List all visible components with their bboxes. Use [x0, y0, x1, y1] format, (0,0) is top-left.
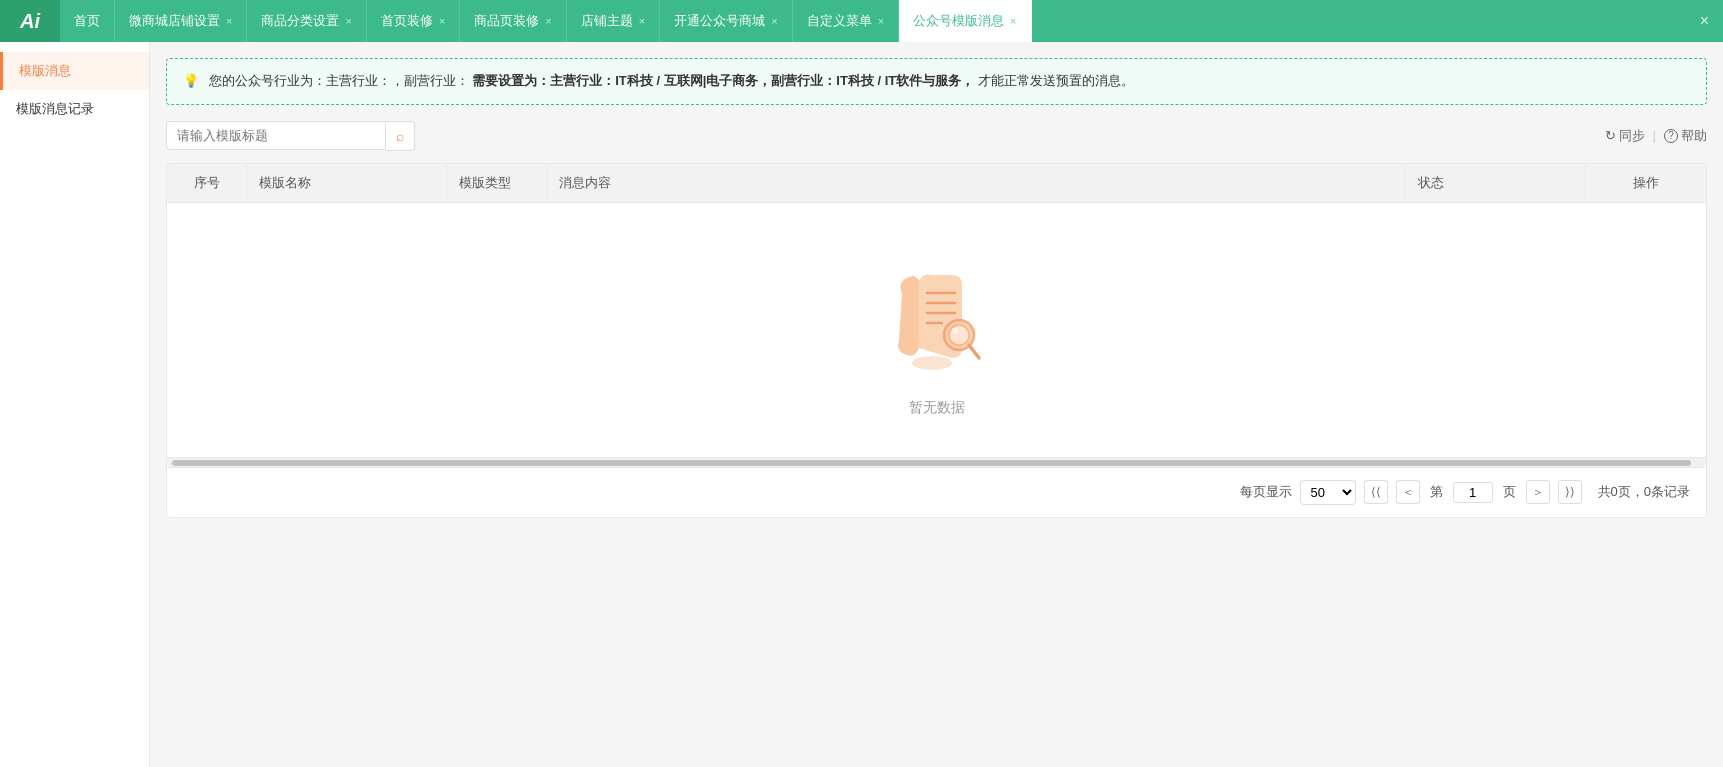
close-category-settings-icon[interactable]: × — [345, 15, 351, 27]
close-template-msg-icon[interactable]: × — [1010, 15, 1016, 27]
col-header-seq: 序号 — [167, 164, 247, 202]
nav-item-product-decoration[interactable]: 商品页装修 × — [460, 0, 566, 42]
col-header-name: 模版名称 — [247, 164, 447, 202]
table-header: 序号 模版名称 模版类型 消息内容 状态 操作 — [167, 164, 1706, 203]
sidebar-item-template-message[interactable]: 模版消息 — [0, 52, 149, 90]
nav-item-custom-menu[interactable]: 自定义菜单 × — [793, 0, 899, 42]
next-page-button[interactable]: ＞ — [1526, 480, 1550, 504]
svg-point-8 — [952, 328, 958, 334]
page-size-label: 每页显示 — [1240, 483, 1292, 501]
last-page-button[interactable]: ⟩⟩ — [1558, 480, 1582, 504]
close-product-decoration-icon[interactable]: × — [545, 15, 551, 27]
close-open-mall-icon[interactable]: × — [771, 15, 777, 27]
page-number-input[interactable] — [1453, 482, 1493, 503]
empty-illustration — [877, 263, 997, 383]
sidebar-item-template-records[interactable]: 模版消息记录 — [0, 90, 149, 128]
help-button[interactable]: ? 帮助 — [1664, 127, 1707, 145]
nav-item-home-decoration[interactable]: 首页装修 × — [367, 0, 460, 42]
nav-item-open-mall[interactable]: 开通公众号商城 × — [660, 0, 792, 42]
empty-text: 暂无数据 — [909, 399, 965, 417]
col-header-action: 操作 — [1586, 164, 1706, 202]
data-table: 序号 模版名称 模版类型 消息内容 状态 操作 — [166, 163, 1707, 518]
close-home-decoration-icon[interactable]: × — [439, 15, 445, 27]
svg-point-6 — [949, 325, 969, 345]
search-input[interactable] — [166, 121, 386, 150]
search-bar: ⌕ ↻ 同步 | ? 帮助 — [166, 121, 1707, 151]
notice-highlight: 需要设置为：主营行业：IT科技 / 互联网|电子商务，副营行业：IT科技 / I… — [472, 73, 974, 88]
nav-item-category-settings[interactable]: 商品分类设置 × — [247, 0, 366, 42]
logo: Ai — [0, 0, 60, 42]
page-label: 第 — [1430, 483, 1443, 501]
page-suffix: 页 — [1503, 483, 1516, 501]
prev-page-button[interactable]: ＜ — [1396, 480, 1420, 504]
nav-item-shop-settings[interactable]: 微商城店铺设置 × — [115, 0, 247, 42]
total-info: 共0页，0条记录 — [1598, 483, 1690, 501]
svg-line-7 — [969, 345, 979, 358]
close-custom-menu-icon[interactable]: × — [878, 15, 884, 27]
help-circle-icon: ? — [1664, 129, 1678, 143]
col-header-type: 模版类型 — [447, 164, 547, 202]
sync-label: 同步 — [1619, 127, 1645, 145]
sync-button[interactable]: ↻ 同步 — [1605, 127, 1645, 145]
scrollbar-thumb[interactable] — [172, 460, 1691, 466]
close-shop-settings-icon[interactable]: × — [226, 15, 232, 27]
pagination: 每页显示 50 10 20 100 ⟨⟨ ＜ 第 页 ＞ ⟩⟩ 共0页，0条记录 — [167, 467, 1706, 517]
content-area: 💡 您的公众号行业为：主营行业：，副营行业： 需要设置为：主营行业：IT科技 /… — [150, 42, 1723, 767]
sync-icon: ↻ — [1605, 128, 1616, 143]
nav-item-home[interactable]: 首页 — [60, 0, 115, 42]
page-size-select[interactable]: 50 10 20 100 — [1300, 480, 1356, 505]
first-page-button[interactable]: ⟨⟨ — [1364, 480, 1388, 504]
col-header-content: 消息内容 — [547, 164, 1406, 202]
search-actions: ↻ 同步 | ? 帮助 — [1605, 127, 1707, 145]
top-nav: Ai 首页 微商城店铺设置 × 商品分类设置 × 首页装修 × 商品页装修 × … — [0, 0, 1723, 42]
main-layout: 模版消息 模版消息记录 💡 您的公众号行业为：主营行业：，副营行业： 需要设置为… — [0, 42, 1723, 767]
empty-state: 暂无数据 — [167, 203, 1706, 457]
nav-item-store-theme[interactable]: 店铺主题 × — [567, 0, 660, 42]
col-header-status: 状态 — [1406, 164, 1586, 202]
search-icon: ⌕ — [396, 128, 404, 144]
notice-box: 💡 您的公众号行业为：主营行业：，副营行业： 需要设置为：主营行业：IT科技 /… — [166, 58, 1707, 105]
nav-item-template-msg[interactable]: 公众号模版消息 × — [899, 0, 1031, 42]
divider: | — [1653, 128, 1656, 143]
close-store-theme-icon[interactable]: × — [639, 15, 645, 27]
close-all-button[interactable]: × — [1686, 12, 1723, 30]
sidebar: 模版消息 模版消息记录 — [0, 42, 150, 767]
notice-suffix: 才能正常发送预置的消息。 — [978, 73, 1134, 88]
scrollbar-track[interactable] — [167, 457, 1706, 467]
help-label: 帮助 — [1681, 127, 1707, 145]
notice-prefix: 您的公众号行业为：主营行业：，副营行业： — [209, 73, 469, 88]
search-button[interactable]: ⌕ — [386, 121, 415, 151]
svg-point-0 — [912, 356, 952, 370]
bulb-icon: 💡 — [183, 73, 199, 88]
